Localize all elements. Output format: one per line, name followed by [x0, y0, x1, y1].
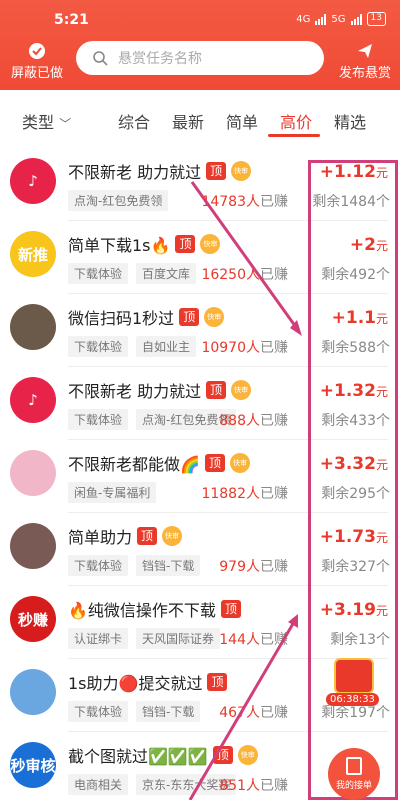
annotation-arrow-bottom [188, 621, 296, 800]
annotation-arrow-top [190, 181, 300, 331]
my-orders-label: 我的接单 [335, 781, 372, 791]
countdown-timer: 06:38:33 [326, 693, 379, 706]
red-packet-button[interactable]: 06:38:33 [326, 658, 379, 710]
document-icon [346, 757, 362, 775]
my-orders-button[interactable]: 我的接单 [328, 748, 380, 800]
red-packet-icon [334, 658, 374, 694]
